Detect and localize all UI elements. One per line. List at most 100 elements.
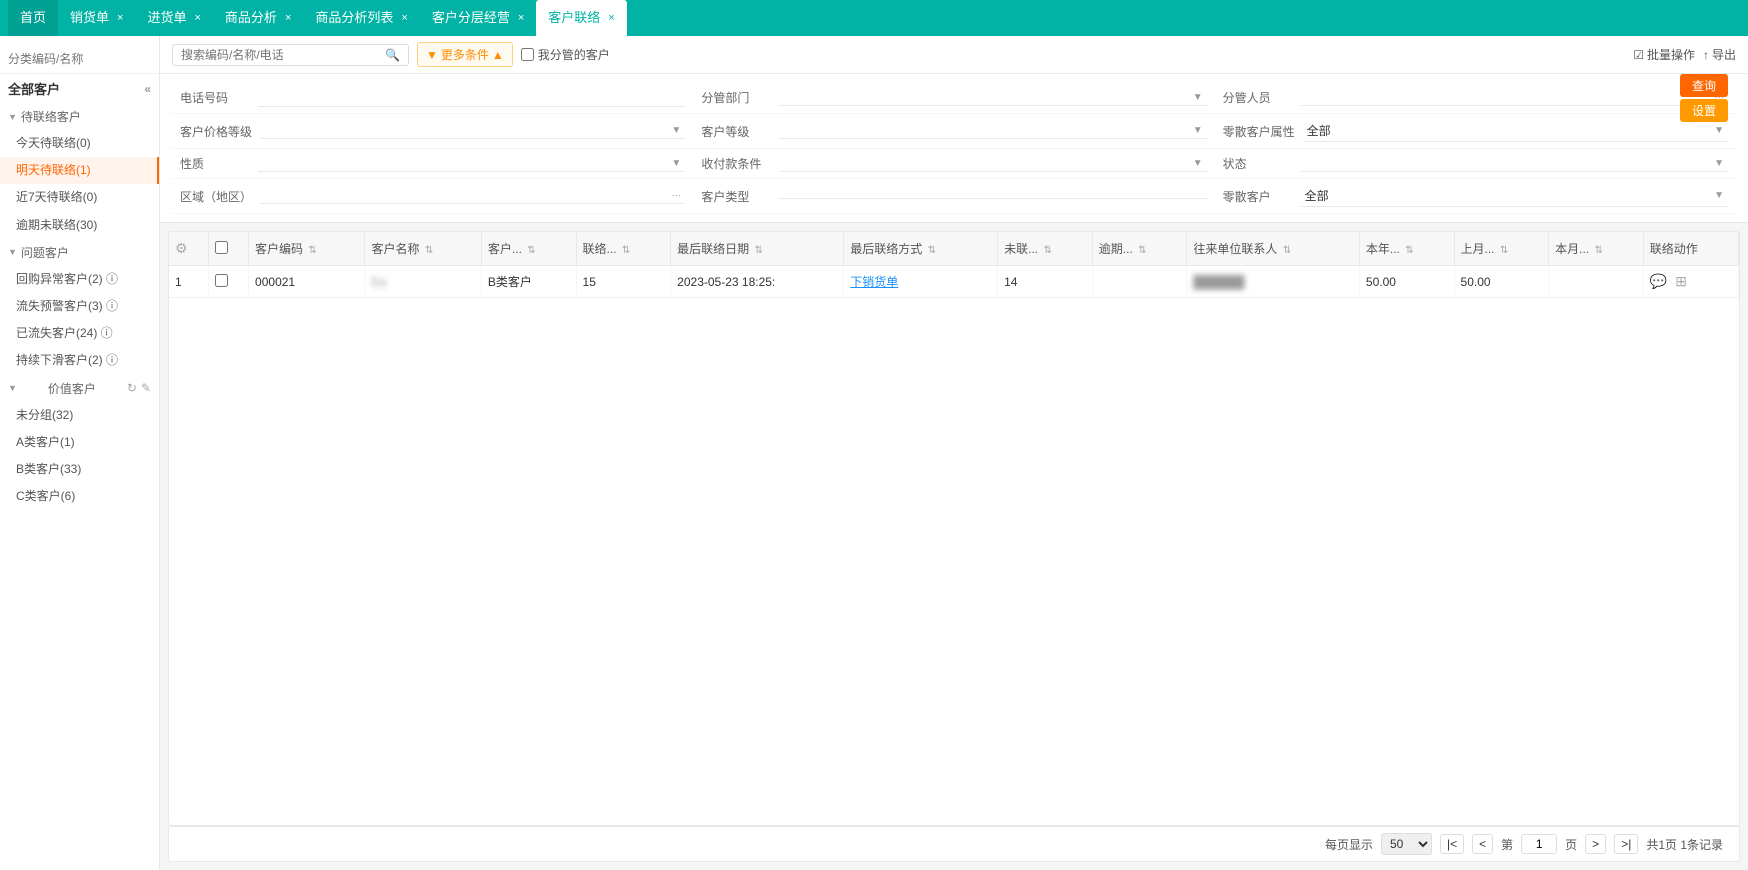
next-page-btn[interactable]: > bbox=[1585, 834, 1606, 854]
first-page-btn[interactable]: |< bbox=[1440, 834, 1464, 854]
nav-item-sales[interactable]: 销货单 × bbox=[58, 0, 135, 36]
grid-icon[interactable]: ⊞ bbox=[1675, 273, 1687, 290]
action-icons: 💬 ⊞ bbox=[1650, 273, 1732, 290]
col-action: 联络动作 bbox=[1643, 232, 1738, 266]
row-last-type[interactable]: 下销货单 bbox=[844, 266, 998, 298]
col-last-month[interactable]: 上月... ⇅ bbox=[1454, 232, 1549, 266]
sidebar-item-churned[interactable]: 已流失客户(24) ⓘ bbox=[0, 320, 159, 347]
sidebar-item-today[interactable]: 今天待联络(0) bbox=[0, 130, 159, 157]
row-last-date: 2023-05-23 18:25: bbox=[671, 266, 844, 298]
filter-customer-type-select[interactable] bbox=[779, 194, 1206, 199]
last-page-btn[interactable]: >| bbox=[1614, 834, 1638, 854]
sort-icon-overdue: ⇅ bbox=[1138, 245, 1146, 256]
sidebar-item-class-c[interactable]: C类客户(6) bbox=[0, 483, 159, 510]
col-last-type[interactable]: 最后联络方式 ⇅ bbox=[844, 232, 998, 266]
row-contact-person: ██████ bbox=[1187, 266, 1360, 298]
sidebar-item-ungrouped[interactable]: 未分组(32) bbox=[0, 402, 159, 429]
row-contact-count: 15 bbox=[576, 266, 671, 298]
filter-retail-attr-select[interactable]: 全部 ▼ bbox=[1303, 120, 1728, 142]
search-icon[interactable]: 🔍 bbox=[385, 48, 400, 62]
filter-manager: 分管人员 ··· 查询 设置 bbox=[1215, 82, 1736, 114]
sidebar-item-declining[interactable]: 持续下滑客户(2) ⓘ bbox=[0, 347, 159, 374]
col-type[interactable]: 客户... ⇅ bbox=[481, 232, 576, 266]
search-bar: 🔍 ▼ 更多条件 ▲ 我分管的客户 ☑ 批量操作 ↑ 导出 bbox=[160, 36, 1748, 74]
nav-close-purchase[interactable]: × bbox=[194, 0, 200, 36]
nav-close-analysis[interactable]: × bbox=[285, 0, 291, 36]
nav-item-analysis[interactable]: 商品分析 × bbox=[213, 0, 303, 36]
nav-close-analysis-list[interactable]: × bbox=[401, 0, 407, 36]
main-content: 🔍 ▼ 更多条件 ▲ 我分管的客户 ☑ 批量操作 ↑ 导出 bbox=[160, 36, 1748, 870]
gear-icon[interactable]: ⚙ bbox=[175, 240, 188, 256]
col-gear[interactable]: ⚙ bbox=[169, 232, 208, 266]
nav-item-analysis-list[interactable]: 商品分析列表 × bbox=[303, 0, 419, 36]
setting-btn[interactable]: 设置 bbox=[1680, 99, 1728, 122]
col-this-month[interactable]: 本月... ⇅ bbox=[1549, 232, 1644, 266]
batch-op-btn[interactable]: ☑ 批量操作 bbox=[1633, 46, 1695, 63]
filter-region-select[interactable]: ··· bbox=[260, 188, 685, 204]
page-size-select[interactable]: 10 20 50 100 bbox=[1381, 833, 1432, 855]
filter-price-level: 客户价格等级 ▼ bbox=[172, 114, 693, 149]
filter-phone-input[interactable] bbox=[258, 88, 685, 107]
my-customer-checkbox[interactable] bbox=[521, 48, 534, 61]
row-select-checkbox[interactable] bbox=[215, 274, 228, 287]
sidebar-item-churn-warning[interactable]: 流失预警客户(3) ⓘ bbox=[0, 293, 159, 320]
export-btn[interactable]: ↑ 导出 bbox=[1703, 46, 1736, 63]
main-layout: 🔍 全部客户 « 待联络客户 今天待联络(0) 明天待联络(1) 近7天待联络(… bbox=[0, 36, 1748, 870]
filter-customer-level-select[interactable]: ▼ bbox=[779, 123, 1206, 139]
filter-gender-select[interactable]: ▼ bbox=[258, 156, 685, 172]
sidebar-item-class-a[interactable]: A类客户(1) bbox=[0, 429, 159, 456]
prev-page-btn[interactable]: < bbox=[1472, 834, 1493, 854]
select-all-checkbox[interactable] bbox=[215, 241, 228, 254]
col-code[interactable]: 客户编码 ⇅ bbox=[249, 232, 365, 266]
chevron-more-icon2: ··· bbox=[671, 190, 681, 201]
nav-item-customer-ops[interactable]: 客户分层经营 × bbox=[420, 0, 536, 36]
sidebar-item-tomorrow[interactable]: 明天待联络(1) bbox=[0, 157, 159, 184]
col-overdue[interactable]: 逾期... ⇅ bbox=[1092, 232, 1187, 266]
col-uncontact[interactable]: 未联... ⇅ bbox=[998, 232, 1093, 266]
page-label: 第 bbox=[1501, 836, 1513, 853]
filter-payment-select[interactable]: ▼ bbox=[779, 156, 1206, 172]
chevron-down-icon4: ▼ bbox=[1714, 125, 1724, 136]
sort-icon-person: ⇅ bbox=[1283, 245, 1291, 256]
filter-manager-select[interactable]: ··· bbox=[1301, 90, 1728, 106]
sidebar-item-class-b[interactable]: B类客户(33) bbox=[0, 456, 159, 483]
sort-icon-last-month: ⇅ bbox=[1500, 245, 1508, 256]
chevron-down-icon8: ▼ bbox=[1714, 190, 1724, 201]
filter-status-select[interactable]: ▼ bbox=[1301, 156, 1728, 172]
filter-payment: 收付款条件 ▼ bbox=[693, 149, 1214, 179]
sidebar-item-7days[interactable]: 近7天待联络(0) bbox=[0, 184, 159, 211]
search-input[interactable] bbox=[181, 48, 381, 62]
search-bar-right: ☑ 批量操作 ↑ 导出 bbox=[1633, 46, 1736, 63]
query-btn[interactable]: 查询 bbox=[1680, 74, 1728, 97]
filter-retail-customer-select[interactable]: 全部 ▼ bbox=[1301, 185, 1728, 207]
refresh-icon[interactable]: ↻ bbox=[127, 381, 137, 395]
col-this-year[interactable]: 本年... ⇅ bbox=[1359, 232, 1454, 266]
my-customer-wrap: 我分管的客户 bbox=[521, 46, 610, 63]
more-filter-btn[interactable]: ▼ 更多条件 ▲ bbox=[417, 42, 513, 67]
row-index: 1 bbox=[169, 266, 208, 298]
page-input[interactable] bbox=[1521, 834, 1557, 854]
comment-icon[interactable]: 💬 bbox=[1650, 273, 1667, 290]
col-name[interactable]: 客户名称 ⇅ bbox=[365, 232, 481, 266]
sort-icon-last-type: ⇅ bbox=[928, 245, 936, 256]
nav-close-customer-contact[interactable]: × bbox=[608, 0, 614, 36]
sidebar-search-input[interactable] bbox=[8, 52, 160, 66]
sidebar-item-abnormal[interactable]: 回购异常客户(2) ⓘ bbox=[0, 266, 159, 293]
filter-phone: 电话号码 bbox=[172, 82, 693, 114]
nav-item-customer-contact[interactable]: 客户联络 × bbox=[536, 0, 626, 36]
col-last-date[interactable]: 最后联络日期 ⇅ bbox=[671, 232, 844, 266]
sidebar-all-customers[interactable]: 全部客户 « bbox=[0, 74, 159, 103]
sidebar-item-overdue[interactable]: 逾期未联络(30) bbox=[0, 212, 159, 239]
nav-item-home[interactable]: 首页 bbox=[8, 0, 58, 36]
nav-close-sales[interactable]: × bbox=[117, 0, 123, 36]
row-this-year: 50.00 bbox=[1359, 266, 1454, 298]
col-contact-person[interactable]: 往来单位联系人 ⇅ bbox=[1187, 232, 1360, 266]
chevron-up-icon: ▲ bbox=[492, 48, 504, 62]
col-contact-count[interactable]: 联络... ⇅ bbox=[576, 232, 671, 266]
nav-close-customer-ops[interactable]: × bbox=[518, 0, 524, 36]
nav-item-purchase[interactable]: 进货单 × bbox=[135, 0, 212, 36]
filter-retail-customer: 零散客户 全部 ▼ bbox=[1215, 179, 1736, 214]
filter-price-level-select[interactable]: ▼ bbox=[260, 123, 685, 139]
filter-dept-select[interactable]: ▼ bbox=[779, 90, 1206, 106]
edit-icon[interactable]: ✎ bbox=[141, 381, 151, 395]
